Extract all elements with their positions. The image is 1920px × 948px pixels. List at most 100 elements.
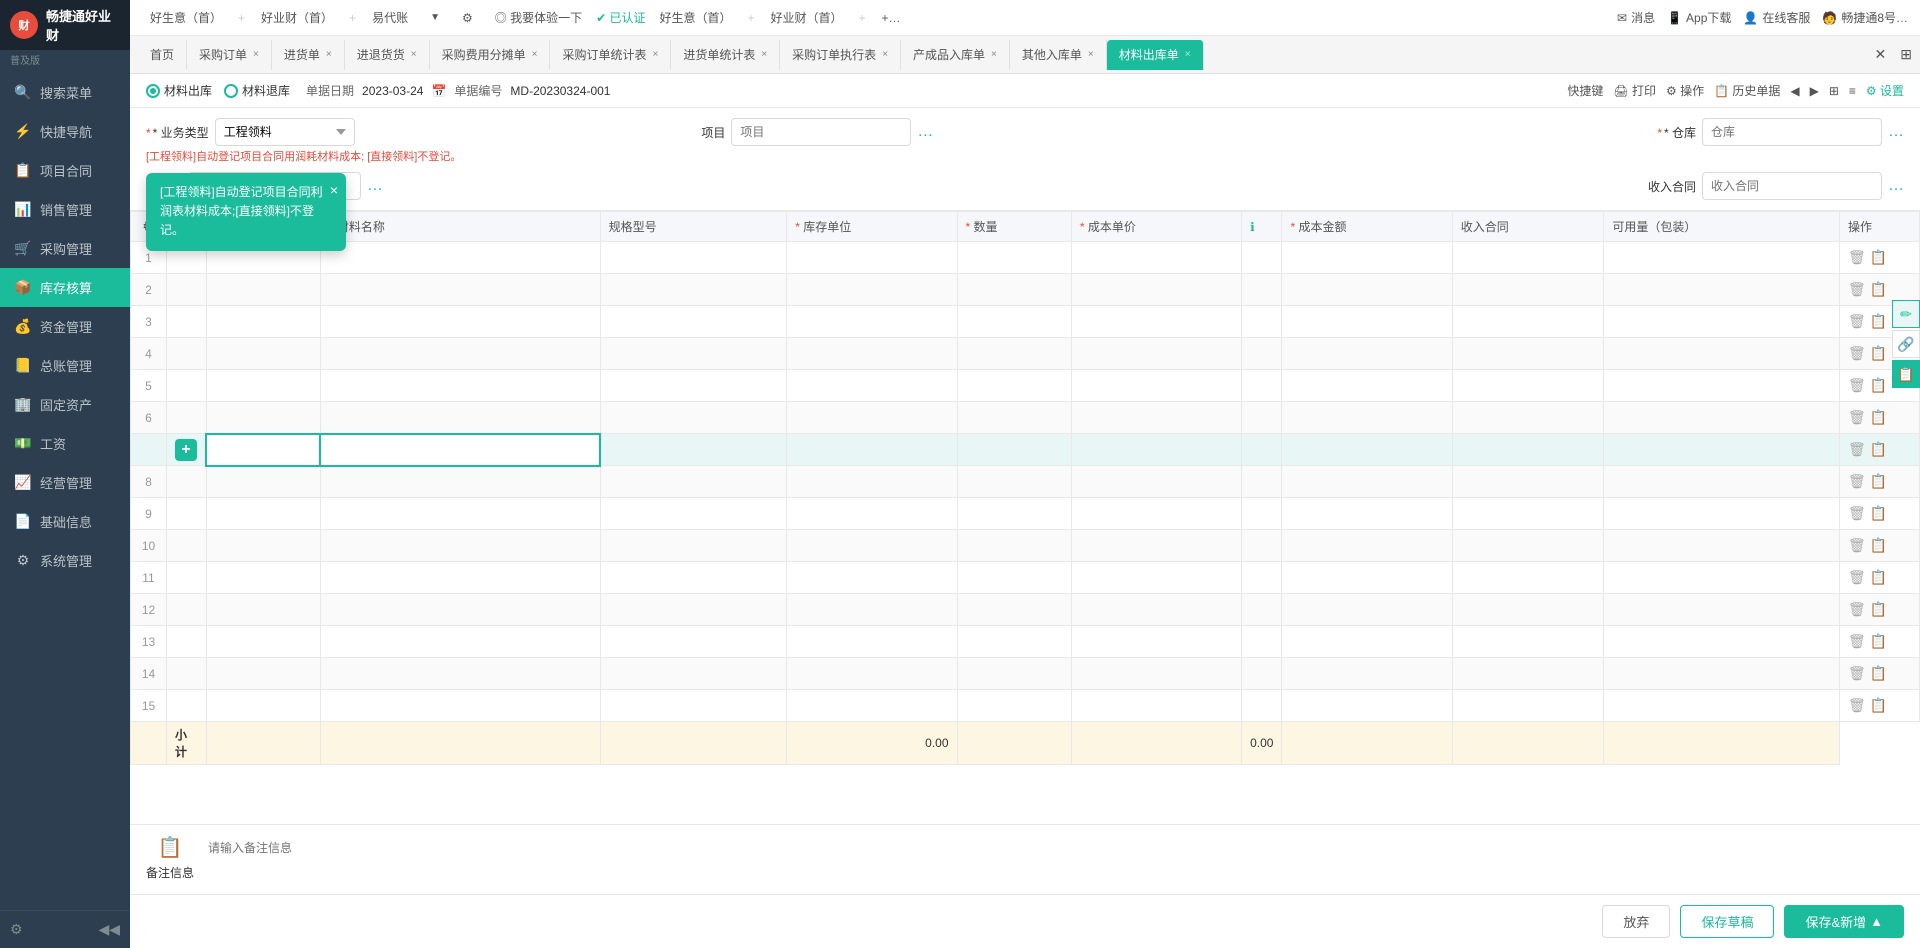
delete-row-icon[interactable]: 🗑 bbox=[1848, 473, 1866, 490]
delete-row-icon[interactable]: 🗑 bbox=[1848, 505, 1866, 522]
tab-inbound[interactable]: 进货单× bbox=[272, 40, 345, 70]
tab-close-icon[interactable]: × bbox=[532, 49, 538, 60]
copy-row-icon[interactable]: 📋 bbox=[1870, 569, 1887, 586]
info-icon[interactable]: ℹ bbox=[1250, 220, 1255, 234]
tab-close-icon[interactable]: × bbox=[991, 49, 997, 60]
topbar-good-finance[interactable]: 好业财（首） bbox=[253, 5, 341, 30]
delete-row-icon[interactable]: 🗑 bbox=[1848, 441, 1866, 458]
message-button[interactable]: ✉ 消息 bbox=[1617, 9, 1655, 26]
tab-close-active-icon[interactable]: × bbox=[1185, 49, 1191, 60]
warehouse-ellipsis-icon[interactable]: … bbox=[1888, 124, 1904, 140]
topbar-more[interactable]: +… bbox=[874, 7, 909, 29]
add-row-button[interactable]: + bbox=[175, 439, 197, 461]
copy-row-icon[interactable]: 📋 bbox=[1870, 441, 1887, 458]
income-contract-input[interactable] bbox=[1702, 172, 1882, 200]
copy-row-icon[interactable]: 📋 bbox=[1870, 313, 1887, 330]
tab-close-icon[interactable]: × bbox=[326, 49, 332, 60]
notes-input[interactable] bbox=[204, 835, 1904, 875]
sidebar-item-search[interactable]: 🔍 搜索菜单 bbox=[0, 73, 130, 112]
tab-inbound-stat[interactable]: 进货单统计表× bbox=[671, 40, 780, 70]
delete-row-icon[interactable]: 🗑 bbox=[1848, 281, 1866, 298]
prev-button[interactable]: ◀ bbox=[1790, 84, 1799, 98]
copy-row-icon[interactable]: 📋 bbox=[1870, 537, 1887, 554]
tab-material-outbound[interactable]: 材料出库单× bbox=[1107, 40, 1204, 70]
sidebar-item-system[interactable]: ⚙ 系统管理 bbox=[0, 541, 130, 580]
delete-row-icon[interactable]: 🗑 bbox=[1848, 633, 1866, 650]
income-contract-ellipsis-icon[interactable]: … bbox=[1888, 178, 1904, 194]
th-cost-info-icon[interactable]: ℹ bbox=[1242, 212, 1282, 242]
sidebar-item-project[interactable]: 📋 项目合同 bbox=[0, 151, 130, 190]
list-view-button[interactable]: ≡ bbox=[1849, 84, 1856, 98]
delete-row-icon[interactable]: 🗑 bbox=[1848, 697, 1866, 714]
topbar-dropdown-arrow[interactable]: ▼ bbox=[422, 8, 448, 27]
close-all-tabs-button[interactable]: ✕ bbox=[1875, 46, 1887, 63]
sidebar-settings-button[interactable]: ⚙ bbox=[10, 921, 23, 938]
tab-purchase-exec[interactable]: 采购订单执行表× bbox=[780, 40, 901, 70]
topbar-good-business[interactable]: 好生意（首） bbox=[142, 5, 230, 30]
business-type-select[interactable]: 工程领料 直接领料 bbox=[215, 118, 355, 146]
discard-button[interactable]: 放弃 bbox=[1602, 905, 1670, 938]
delete-row-icon[interactable]: 🗑 bbox=[1848, 409, 1866, 426]
save-new-button[interactable]: 保存&新增 ▲ bbox=[1784, 905, 1904, 938]
user-menu-button[interactable]: 🧑 畅捷通8号… bbox=[1822, 9, 1908, 26]
warehouse-input[interactable] bbox=[1702, 118, 1882, 146]
radio-material-return[interactable]: 材料退库 bbox=[224, 82, 290, 99]
delete-row-icon[interactable]: 🗑 bbox=[1848, 377, 1866, 394]
sidebar-item-quick[interactable]: ⚡ 快捷导航 bbox=[0, 112, 130, 151]
delete-row-icon[interactable]: 🗑 bbox=[1848, 665, 1866, 682]
project-input[interactable] bbox=[731, 118, 911, 146]
shortcut-key-button[interactable]: 快捷键 bbox=[1567, 82, 1603, 99]
topbar-easy-account[interactable]: 易代账 bbox=[364, 5, 416, 30]
delete-row-icon[interactable]: 🗑 bbox=[1848, 537, 1866, 554]
sidebar-item-inventory[interactable]: 📦 库存核算 bbox=[0, 268, 130, 307]
grid-view-button[interactable]: ⊞ bbox=[1829, 84, 1839, 98]
save-draft-button[interactable]: 保存草稿 bbox=[1680, 905, 1774, 938]
tooltip-close-button[interactable]: × bbox=[330, 179, 338, 201]
topbar-good-business2[interactable]: 好生意（首） bbox=[651, 5, 739, 30]
tab-close-icon[interactable]: × bbox=[411, 49, 417, 60]
tab-purchase-order[interactable]: 采购订单× bbox=[187, 40, 272, 70]
sidebar-item-management[interactable]: 📈 经营管理 bbox=[0, 463, 130, 502]
copy-row-icon[interactable]: 📋 bbox=[1870, 249, 1887, 266]
tab-close-icon[interactable]: × bbox=[882, 49, 888, 60]
copy-row-icon[interactable]: 📋 bbox=[1870, 345, 1887, 362]
float-link-icon[interactable]: 🔗 bbox=[1892, 330, 1920, 358]
copy-row-icon[interactable]: 📋 bbox=[1870, 281, 1887, 298]
copy-row-icon[interactable]: 📋 bbox=[1870, 377, 1887, 394]
sidebar-item-purchase[interactable]: 🛒 采购管理 bbox=[0, 229, 130, 268]
delete-row-icon[interactable]: 🗑 bbox=[1848, 249, 1866, 266]
tab-close-icon[interactable]: × bbox=[253, 49, 259, 60]
sidebar-item-sales[interactable]: 📊 销售管理 bbox=[0, 190, 130, 229]
copy-row-icon[interactable]: 📋 bbox=[1870, 633, 1887, 650]
sidebar-item-basic[interactable]: 📄 基础信息 bbox=[0, 502, 130, 541]
sidebar-item-salary[interactable]: 💵 工资 bbox=[0, 424, 130, 463]
topbar-experience[interactable]: ◎ 我要体验一下 bbox=[487, 5, 590, 30]
topbar-good-finance2[interactable]: 好业财（首） bbox=[763, 5, 851, 30]
radio-material-outbound[interactable]: 材料出库 bbox=[146, 82, 212, 99]
tab-close-icon[interactable]: × bbox=[652, 49, 658, 60]
delete-row-icon[interactable]: 🗑 bbox=[1848, 345, 1866, 362]
copy-row-icon[interactable]: 📋 bbox=[1870, 473, 1887, 490]
tab-other-inbound[interactable]: 其他入库单× bbox=[1010, 40, 1107, 70]
tabs-settings-button[interactable]: ⊞ bbox=[1900, 46, 1912, 63]
project-ellipsis-icon[interactable]: … bbox=[917, 124, 933, 140]
sidebar-item-assets[interactable]: 🏢 固定资产 bbox=[0, 385, 130, 424]
float-green-icon[interactable]: 📋 bbox=[1892, 360, 1920, 388]
float-edit-icon[interactable]: ✏ bbox=[1892, 300, 1920, 328]
sidebar-collapse-button[interactable]: ◀◀ bbox=[98, 921, 120, 938]
sidebar-item-finance[interactable]: 💰 资金管理 bbox=[0, 307, 130, 346]
tab-product-inbound[interactable]: 产成品入库单× bbox=[901, 40, 1010, 70]
online-service-button[interactable]: 👤 在线客服 bbox=[1743, 9, 1810, 26]
tab-purchase-order-stat[interactable]: 采购订单统计表× bbox=[550, 40, 671, 70]
history-button[interactable]: 📋 历史单据 bbox=[1714, 82, 1780, 99]
tab-purchase-expense[interactable]: 采购费用分摊单× bbox=[430, 40, 551, 70]
copy-row-icon[interactable]: 📋 bbox=[1870, 505, 1887, 522]
topbar-settings-icon[interactable]: ⚙ bbox=[454, 7, 481, 29]
handler-ellipsis-icon[interactable]: … bbox=[367, 178, 383, 194]
app-download-button[interactable]: 📱 App下载 bbox=[1667, 9, 1731, 26]
delete-row-icon[interactable]: 🗑 bbox=[1848, 569, 1866, 586]
next-button[interactable]: ▶ bbox=[1810, 84, 1819, 98]
copy-row-icon[interactable]: 📋 bbox=[1870, 601, 1887, 618]
delete-row-icon[interactable]: 🗑 bbox=[1848, 601, 1866, 618]
tab-home[interactable]: 首页 bbox=[138, 40, 187, 70]
